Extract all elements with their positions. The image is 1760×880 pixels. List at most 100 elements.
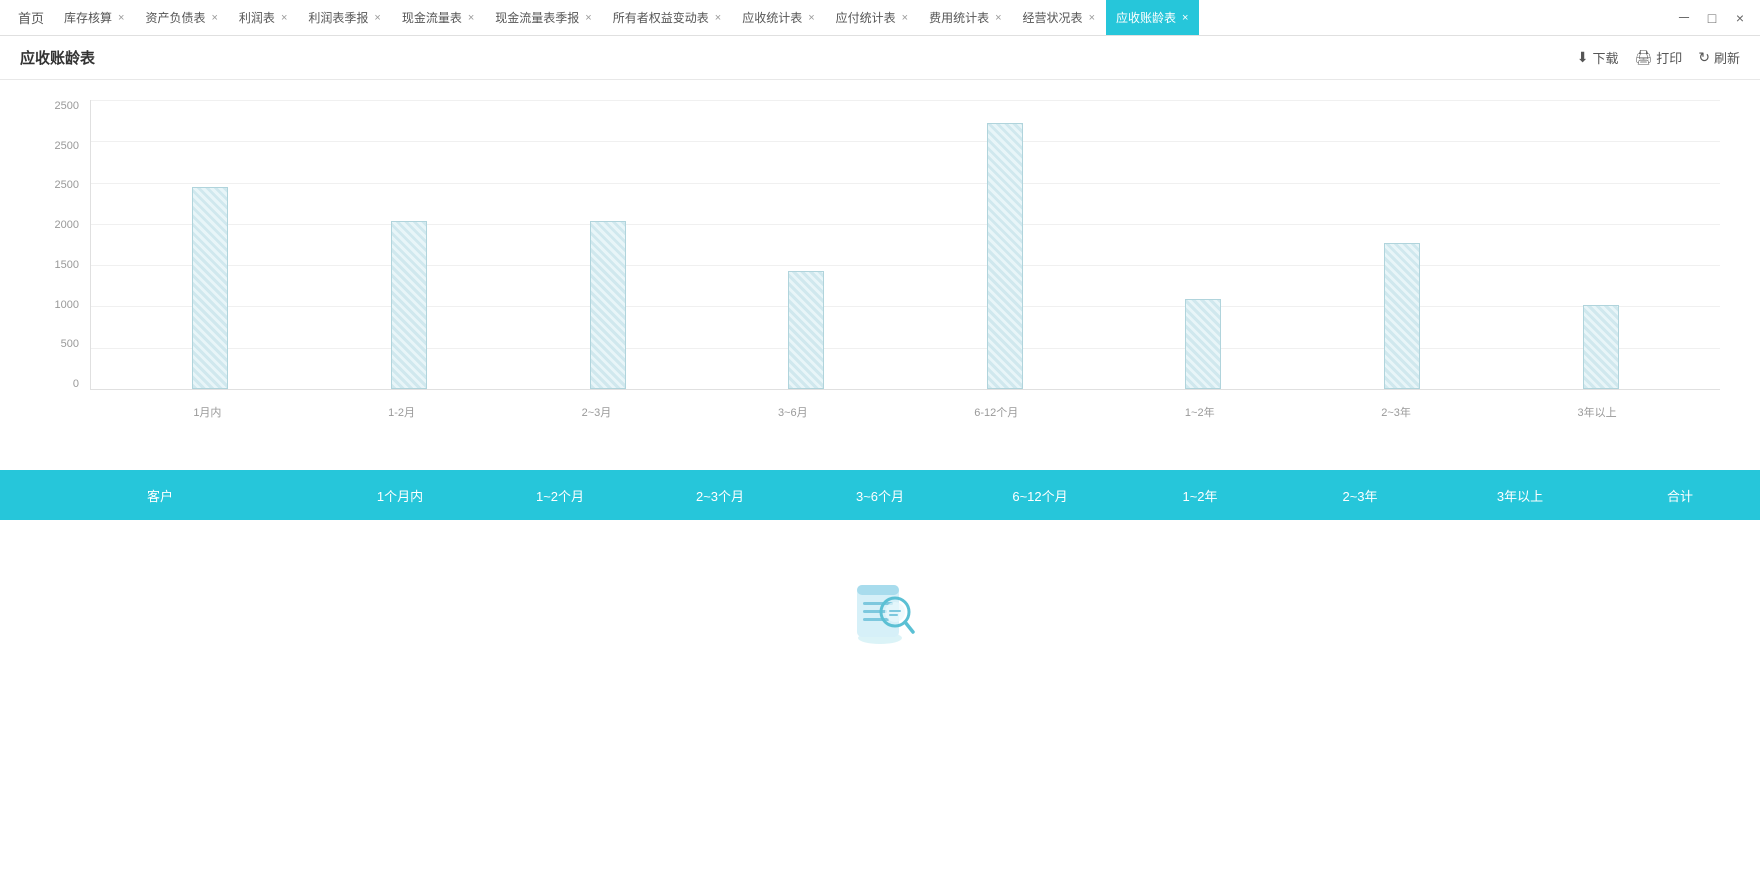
th-2-3month: 2~3个月 xyxy=(640,486,800,505)
tab-equity-label: 所有者权益变动表 xyxy=(613,9,709,26)
tab-equity[interactable]: 所有者权益变动表 × xyxy=(603,0,732,36)
y-label-2500-3: 2500 xyxy=(55,179,79,191)
tab-ar-stats-close[interactable]: × xyxy=(808,12,814,24)
print-icon: 🖨 xyxy=(1634,49,1652,66)
th-1month: 1个月内 xyxy=(320,486,480,505)
refresh-button[interactable]: ↻ 刷新 xyxy=(1698,48,1740,67)
main-content: 2500 2500 2500 2000 1500 1000 500 0 xyxy=(0,80,1760,880)
bar-group-3plus-year xyxy=(1583,305,1619,389)
refresh-label: 刷新 xyxy=(1714,48,1740,67)
y-label-0: 0 xyxy=(73,378,79,390)
x-label-3plus-year: 3年以上 xyxy=(1578,404,1617,420)
y-label-1000: 1000 xyxy=(55,299,79,311)
tab-equity-close[interactable]: × xyxy=(715,12,721,24)
th-1-2year: 1~2年 xyxy=(1120,486,1280,505)
download-button[interactable]: ⬇ 下载 xyxy=(1577,48,1619,67)
tab-profit-quarterly-label: 利润表季报 xyxy=(308,9,368,26)
x-label-1-2month: 1-2月 xyxy=(388,404,415,420)
y-label-1500: 1500 xyxy=(55,259,79,271)
chart-area: 2500 2500 2500 2000 1500 1000 500 0 xyxy=(0,80,1760,470)
tab-cashflow-close[interactable]: × xyxy=(468,12,474,24)
tab-inventory-close[interactable]: × xyxy=(118,12,124,24)
tab-inventory[interactable]: 库存核算 × xyxy=(54,0,135,36)
bar-1-2year xyxy=(1185,299,1221,389)
page-header: 应收账龄表 ⬇ 下载 🖨 打印 ↻ 刷新 xyxy=(0,36,1760,80)
tab-home[interactable]: 首页 xyxy=(8,0,54,36)
bar-group-2-3month xyxy=(590,221,626,389)
window-actions: － □ × xyxy=(1672,6,1752,30)
empty-state xyxy=(0,520,1760,680)
x-label-6-12month: 6-12个月 xyxy=(974,404,1018,420)
y-label-2000: 2000 xyxy=(55,219,79,231)
minimize-button[interactable]: － xyxy=(1672,6,1696,30)
tab-operations-close[interactable]: × xyxy=(1089,12,1095,24)
tab-expense-stats[interactable]: 费用统计表 × xyxy=(919,0,1012,36)
bar-group-3-6month xyxy=(788,271,824,389)
tab-ar-stats-label: 应收统计表 xyxy=(742,9,802,26)
bottom-area xyxy=(0,680,1760,880)
tab-ar-aging-close[interactable]: × xyxy=(1182,12,1188,24)
page-actions: ⬇ 下载 🖨 打印 ↻ 刷新 xyxy=(1577,48,1740,67)
tab-inventory-label: 库存核算 xyxy=(64,9,112,26)
bar-group-2-3year xyxy=(1384,243,1420,389)
tab-ap-stats-close[interactable]: × xyxy=(902,12,908,24)
page-title: 应收账龄表 xyxy=(20,47,95,68)
tab-ap-stats[interactable]: 应付统计表 × xyxy=(826,0,919,36)
tab-ap-stats-label: 应付统计表 xyxy=(836,9,896,26)
tab-profit-quarterly[interactable]: 利润表季报 × xyxy=(298,0,391,36)
th-2-3year: 2~3年 xyxy=(1280,486,1440,505)
tab-balance-close[interactable]: × xyxy=(211,12,217,24)
tab-operations-label: 经营状况表 xyxy=(1023,9,1083,26)
tab-cashflow[interactable]: 现金流量表 × xyxy=(392,0,485,36)
x-axis: 1月内 1-2月 2~3月 3~6月 6-12个月 1~2年 2~3年 3年以上 xyxy=(90,404,1720,420)
empty-state-icon xyxy=(835,560,925,650)
x-label-2-3year: 2~3年 xyxy=(1381,404,1411,420)
tab-ar-aging[interactable]: 应收账龄表 × xyxy=(1106,0,1199,36)
tab-profit-label: 利润表 xyxy=(239,9,275,26)
chart-body xyxy=(90,100,1720,390)
table-header: 客户 1个月内 1~2个月 2~3个月 3~6个月 6~12个月 1~2年 2~… xyxy=(0,470,1760,520)
print-label: 打印 xyxy=(1656,48,1682,67)
bar-6-12month xyxy=(987,123,1023,389)
x-label-1-2year: 1~2年 xyxy=(1185,404,1215,420)
bars-row xyxy=(91,100,1720,389)
tab-expense-stats-close[interactable]: × xyxy=(995,12,1001,24)
print-button[interactable]: 🖨 打印 xyxy=(1634,48,1682,67)
x-label-3-6month: 3~6月 xyxy=(778,404,808,420)
tab-ar-aging-label: 应收账龄表 xyxy=(1116,9,1176,26)
refresh-icon: ↻ xyxy=(1698,49,1710,66)
th-customer: 客户 xyxy=(0,486,320,505)
tab-cashflow-quarterly-close[interactable]: × xyxy=(585,12,591,24)
download-label: 下载 xyxy=(1592,48,1618,67)
x-label-2-3month: 2~3月 xyxy=(582,404,612,420)
th-1-2month: 1~2个月 xyxy=(480,486,640,505)
tab-bar: 首页 库存核算 × 资产负债表 × 利润表 × 利润表季报 × 现金流量表 × … xyxy=(0,0,1760,36)
tab-profit-quarterly-close[interactable]: × xyxy=(374,12,380,24)
th-total: 合计 xyxy=(1600,486,1760,505)
bar-group-1-2year xyxy=(1185,299,1221,389)
tab-balance-label: 资产负债表 xyxy=(145,9,205,26)
bar-1-2month xyxy=(391,221,427,389)
maximize-button[interactable]: □ xyxy=(1700,6,1724,30)
bar-2-3month xyxy=(590,221,626,389)
tab-profit[interactable]: 利润表 × xyxy=(229,0,298,36)
tab-ar-stats[interactable]: 应收统计表 × xyxy=(732,0,825,36)
tab-operations[interactable]: 经营状况表 × xyxy=(1013,0,1106,36)
tab-expense-stats-label: 费用统计表 xyxy=(929,9,989,26)
tab-balance[interactable]: 资产负债表 × xyxy=(135,0,228,36)
tab-cashflow-label: 现金流量表 xyxy=(402,9,462,26)
bar-1month xyxy=(192,187,228,389)
chart-y-axis: 2500 2500 2500 2000 1500 1000 500 0 xyxy=(40,100,85,390)
y-label-2500-top: 2500 xyxy=(55,100,79,112)
bar-3-6month xyxy=(788,271,824,389)
bar-group-1-2month xyxy=(391,221,427,389)
y-label-2500-2: 2500 xyxy=(55,140,79,152)
bar-group-1month xyxy=(192,187,228,389)
tab-profit-close[interactable]: × xyxy=(281,12,287,24)
x-label-1month: 1月内 xyxy=(193,404,221,420)
close-button[interactable]: × xyxy=(1728,6,1752,30)
tab-cashflow-quarterly-label: 现金流量表季报 xyxy=(495,9,579,26)
bar-2-3year xyxy=(1384,243,1420,389)
tab-cashflow-quarterly[interactable]: 现金流量表季报 × xyxy=(485,0,602,36)
bar-3plus-year xyxy=(1583,305,1619,389)
